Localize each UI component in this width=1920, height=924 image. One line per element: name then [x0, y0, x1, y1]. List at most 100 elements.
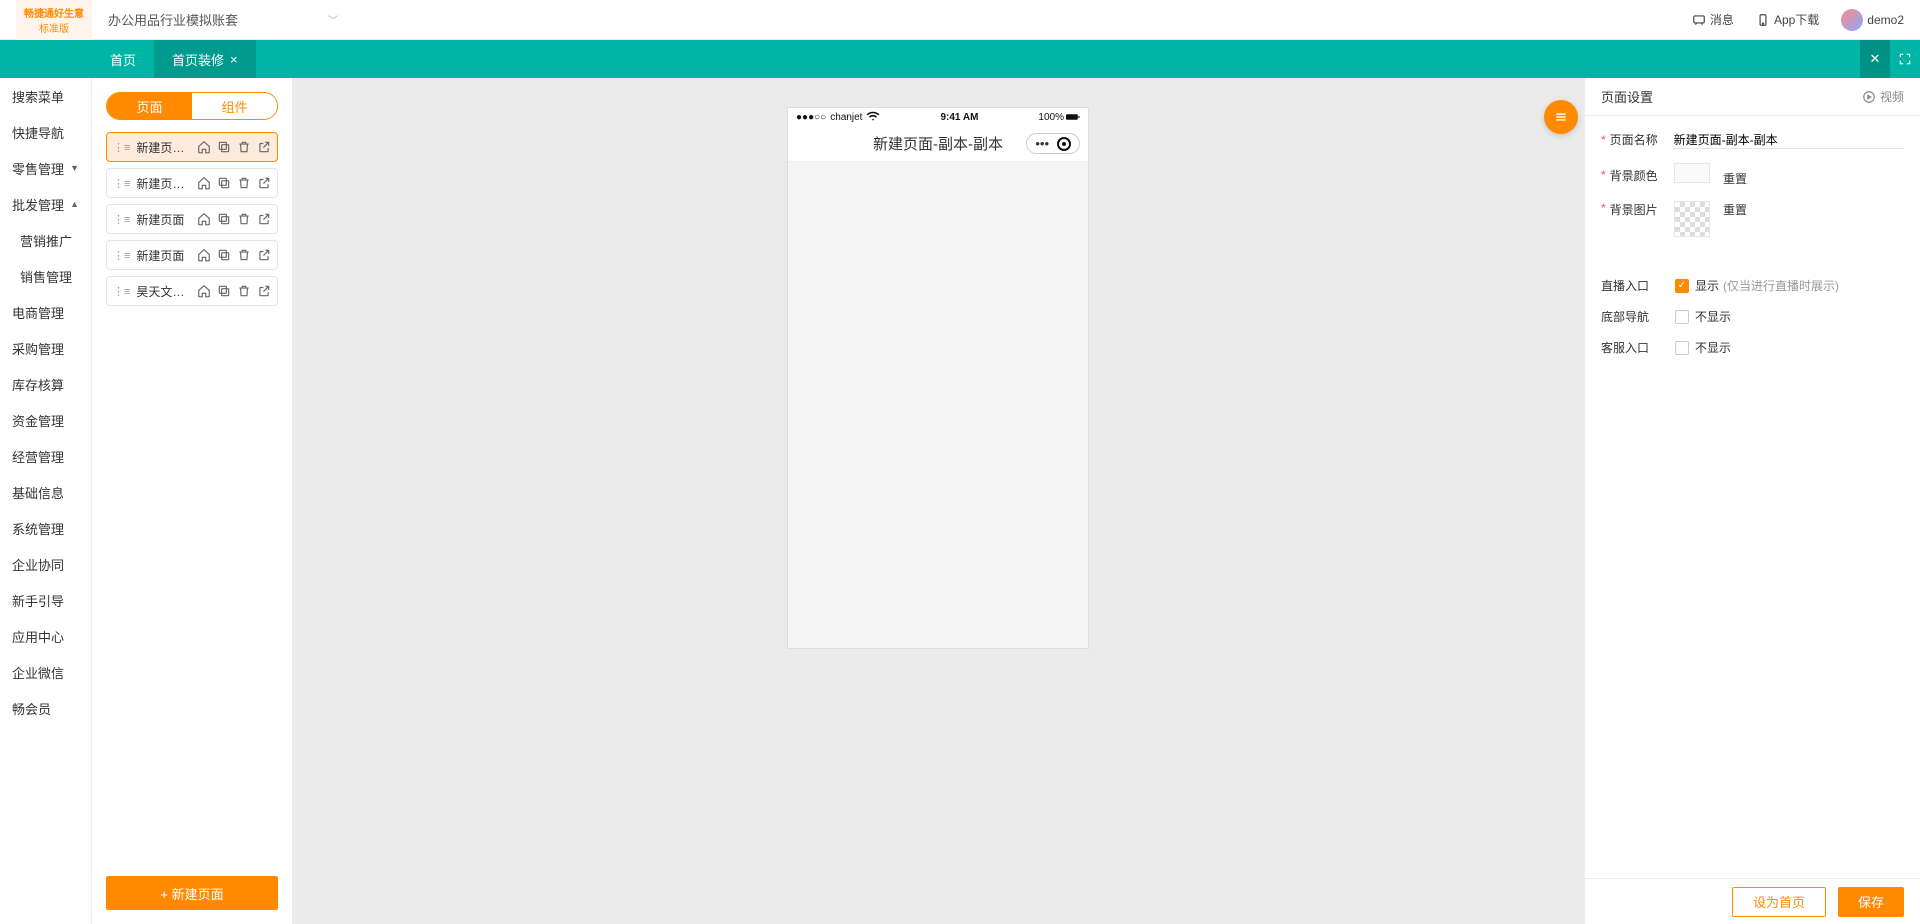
sidebar-item[interactable]: 搜索菜单: [0, 78, 91, 114]
delete-icon[interactable]: [237, 140, 251, 154]
delete-icon[interactable]: [237, 212, 251, 226]
page-row[interactable]: ⋮≡新建页面-副本: [106, 168, 278, 198]
drag-handle-icon[interactable]: ⋮≡: [113, 249, 130, 262]
close-all-button[interactable]: ✕: [1860, 40, 1890, 78]
external-link-icon[interactable]: [257, 176, 271, 190]
messages-label: 消息: [1710, 11, 1734, 28]
page-row[interactable]: ⋮≡新建页面-副本…: [106, 132, 278, 162]
sidebar-item-label: 搜索菜单: [12, 87, 64, 106]
external-link-icon[interactable]: [257, 248, 271, 262]
segment-components[interactable]: 组件: [192, 93, 277, 119]
fullscreen-button[interactable]: [1890, 40, 1920, 78]
page-name-input[interactable]: [1674, 130, 1904, 149]
video-help-link[interactable]: 视频: [1862, 88, 1904, 105]
live-checkbox[interactable]: ✓: [1675, 279, 1689, 293]
bg-color-reset[interactable]: 重置: [1723, 172, 1747, 186]
save-button[interactable]: 保存: [1838, 887, 1904, 917]
close-icon[interactable]: ×: [230, 52, 238, 67]
more-icon: •••: [1035, 136, 1049, 151]
copy-icon[interactable]: [217, 176, 231, 190]
bottom-nav-label: 不显示: [1695, 308, 1731, 325]
sidebar-item[interactable]: 基础信息: [0, 474, 91, 510]
tab-decorate[interactable]: 首页装修 ×: [154, 40, 256, 78]
sidebar-item-label: 企业微信: [12, 663, 64, 682]
home-icon[interactable]: [197, 284, 211, 298]
sidebar-item-label: 库存核算: [12, 375, 64, 394]
sidebar-item[interactable]: 畅会员: [0, 690, 91, 726]
sidebar-item[interactable]: 企业微信: [0, 654, 91, 690]
sidebar-item[interactable]: 电商管理: [0, 294, 91, 330]
account-selector-label: 办公用品行业模拟账套: [108, 10, 238, 29]
tab-decorate-label: 首页装修: [172, 50, 224, 69]
label-service: 客服入口: [1601, 339, 1675, 356]
messages-link[interactable]: 消息: [1692, 11, 1734, 28]
sidebar-item[interactable]: 销售管理: [0, 258, 91, 294]
sidebar-item[interactable]: 采购管理: [0, 330, 91, 366]
app-download-link[interactable]: App下载: [1756, 11, 1819, 28]
home-icon[interactable]: [197, 212, 211, 226]
delete-icon[interactable]: [237, 176, 251, 190]
copy-icon[interactable]: [217, 212, 231, 226]
top-header: 畅捷通好生意 标准版 办公用品行业模拟账套 ﹀ 消息 App下载 demo2: [0, 0, 1920, 40]
account-selector[interactable]: 办公用品行业模拟账套 ﹀: [108, 10, 338, 29]
home-icon[interactable]: [197, 140, 211, 154]
delete-icon[interactable]: [237, 248, 251, 262]
sidebar-item-label: 资金管理: [12, 411, 64, 430]
external-link-icon[interactable]: [257, 284, 271, 298]
drag-handle-icon[interactable]: ⋮≡: [113, 285, 130, 298]
sidebar-item[interactable]: 企业协同: [0, 546, 91, 582]
home-icon[interactable]: [197, 248, 211, 262]
sidebar-item[interactable]: 新手引导: [0, 582, 91, 618]
bottom-nav-checkbox[interactable]: [1675, 310, 1689, 324]
logo-text: 畅捷通好生意: [24, 5, 84, 20]
sidebar-item-label: 采购管理: [12, 339, 64, 358]
sidebar-item[interactable]: 零售管理▼: [0, 150, 91, 186]
bg-color-swatch[interactable]: [1674, 163, 1710, 183]
page-row[interactable]: ⋮≡新建页面: [106, 240, 278, 270]
tab-home[interactable]: 首页: [92, 40, 154, 78]
bg-image-reset[interactable]: 重置: [1723, 203, 1747, 217]
service-checkbox[interactable]: [1675, 341, 1689, 355]
segment-pages[interactable]: 页面: [107, 93, 192, 119]
copy-icon[interactable]: [217, 248, 231, 262]
sidebar-item[interactable]: 应用中心: [0, 618, 91, 654]
sidebar-item[interactable]: 系统管理: [0, 510, 91, 546]
copy-icon[interactable]: [217, 140, 231, 154]
phone-title: 新建页面-副本-副本: [873, 133, 1003, 154]
mini-program-menu[interactable]: •••: [1026, 133, 1080, 154]
sidebar: 搜索菜单快捷导航零售管理▼批发管理▲ 营销推广销售管理电商管理采购管理库存核算资金…: [0, 78, 92, 924]
message-icon: [1692, 13, 1706, 27]
page-name: 昊天文具店: [136, 283, 191, 300]
sidebar-item[interactable]: 库存核算: [0, 366, 91, 402]
sidebar-item[interactable]: 资金管理: [0, 402, 91, 438]
play-icon: [1862, 90, 1876, 104]
layout: 搜索菜单快捷导航零售管理▼批发管理▲ 营销推广销售管理电商管理采购管理库存核算资金…: [0, 78, 1920, 924]
sidebar-item[interactable]: 批发管理▲: [0, 186, 91, 222]
home-icon[interactable]: [197, 176, 211, 190]
settings-title: 页面设置: [1601, 87, 1653, 106]
set-home-button[interactable]: 设为首页: [1732, 887, 1826, 917]
new-page-button[interactable]: + 新建页面: [106, 876, 278, 910]
wifi-icon: [866, 109, 880, 126]
copy-icon[interactable]: [217, 284, 231, 298]
panel-toggle-button[interactable]: [1544, 100, 1578, 134]
page-row[interactable]: ⋮≡ 昊天文具店: [106, 276, 278, 306]
settings-footer: 设为首页 保存: [1585, 878, 1920, 924]
row-live-entry: 直播入口 ✓ 显示 (仅当进行直播时展示): [1585, 277, 1920, 294]
row-bottom-nav: 底部导航 不显示: [1585, 308, 1920, 325]
page-row[interactable]: ⋮≡ 新建页面: [106, 204, 278, 234]
menu-icon: [1554, 110, 1568, 124]
sidebar-item[interactable]: 营销推广: [0, 222, 91, 258]
sidebar-item[interactable]: 快捷导航: [0, 114, 91, 150]
drag-handle-icon[interactable]: ⋮≡: [113, 141, 130, 154]
page-name: 新建页面: [136, 211, 191, 228]
drag-handle-icon[interactable]: ⋮≡: [113, 177, 130, 190]
user-menu[interactable]: demo2: [1841, 9, 1904, 31]
external-link-icon[interactable]: [257, 140, 271, 154]
drag-handle-icon[interactable]: ⋮≡: [113, 213, 130, 226]
sidebar-item-label: 营销推广: [20, 231, 72, 250]
bg-image-picker[interactable]: [1674, 201, 1710, 237]
external-link-icon[interactable]: [257, 212, 271, 226]
sidebar-item[interactable]: 经营管理: [0, 438, 91, 474]
delete-icon[interactable]: [237, 284, 251, 298]
